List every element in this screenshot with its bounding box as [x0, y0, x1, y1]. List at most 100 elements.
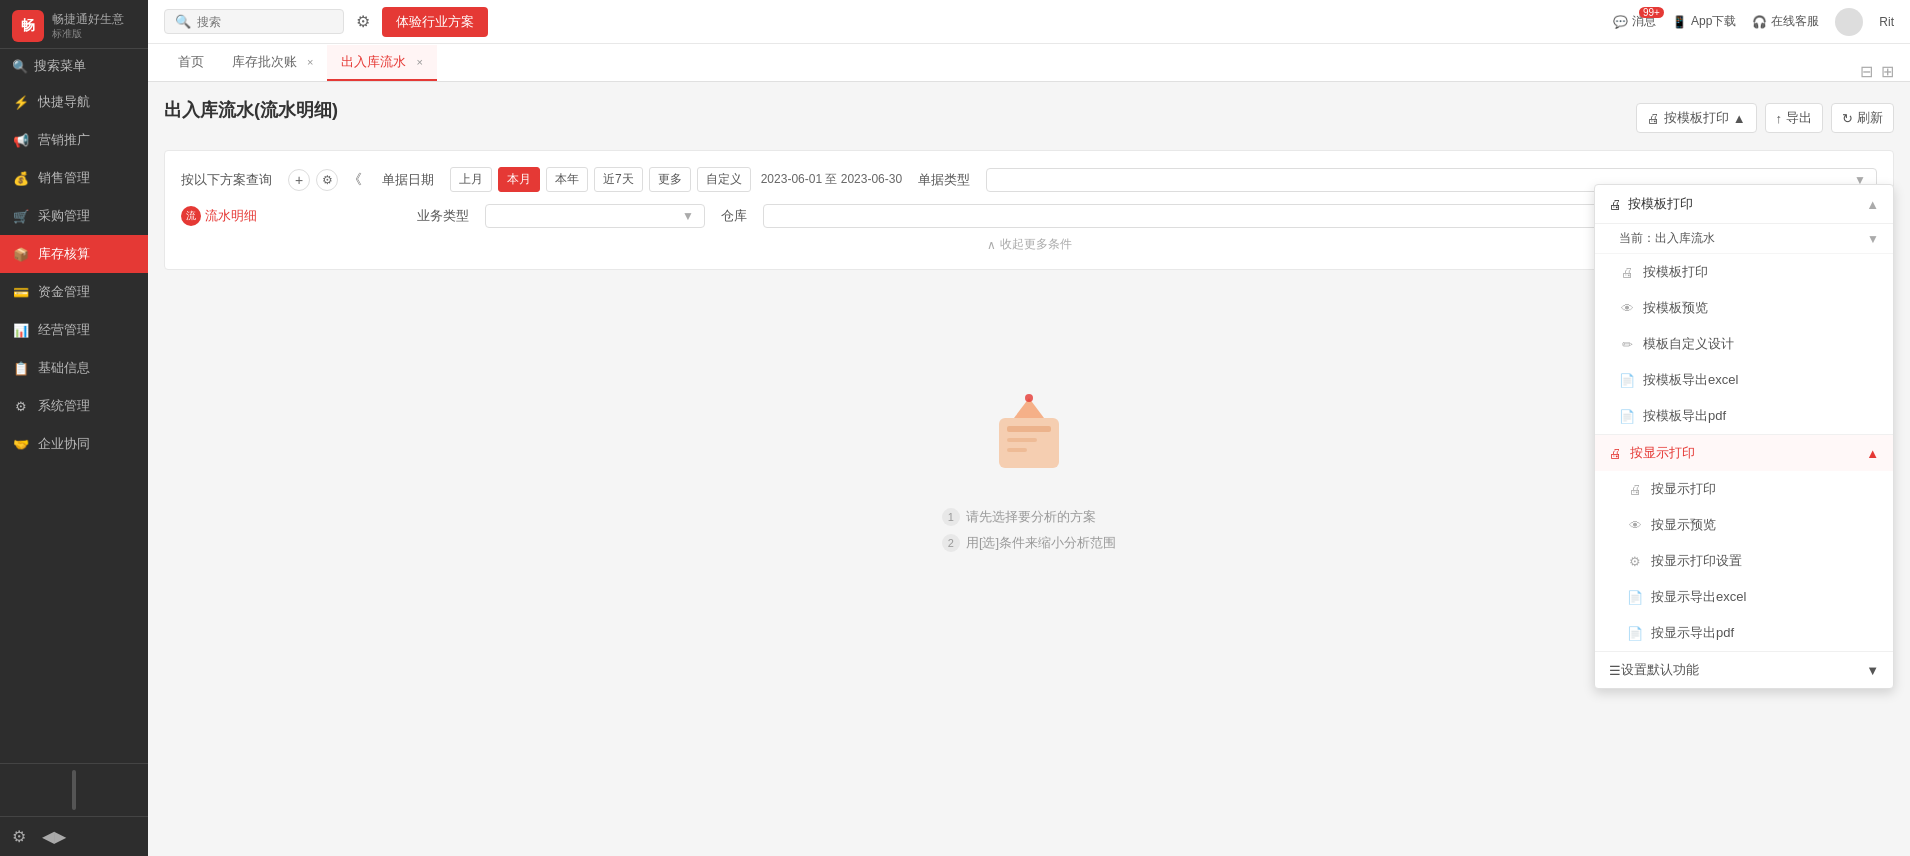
tab-batch-account[interactable]: 库存批次账 ×: [218, 45, 327, 81]
minimize-icon[interactable]: ⊟: [1860, 62, 1873, 81]
message-btn[interactable]: 💬 消息 99+: [1613, 13, 1656, 30]
dropdown-set-default-btn[interactable]: ☰ 设置默认功能 ▼: [1595, 652, 1893, 688]
chevron-up-icon: ∧: [987, 238, 996, 252]
date-btn-this-month[interactable]: 本月: [498, 167, 540, 192]
business-type-arrow-icon: ▼: [682, 209, 694, 223]
sidebar-item-inventory[interactable]: 📦 库存核算: [0, 235, 148, 273]
topbar-settings-icon[interactable]: ⚙: [356, 12, 370, 31]
display-excel-icon: 📄: [1627, 589, 1643, 605]
tab-flow[interactable]: 出入库流水 ×: [327, 45, 436, 81]
date-filter-options: 上月 本月 本年 近7天 更多 自定义 2023-06-01 至 2023-06…: [450, 167, 902, 192]
username-label: Rit: [1879, 15, 1894, 29]
tip-text-2: 用[选]条件来缩小分析范围: [966, 530, 1116, 556]
sidebar-nav: ⚡ 快捷导航 📢 营销推广 💰 销售管理 🛒 采购管理 📦 库存核算 💳 资金管…: [0, 83, 148, 450]
tab-flow-close[interactable]: ×: [416, 56, 422, 68]
sidebar-scroll-up[interactable]: [72, 770, 76, 810]
online-service-btn[interactable]: 🎧 在线客服: [1752, 13, 1819, 30]
page-title: 出入库流水(流水明细): [164, 98, 338, 122]
sidebar-item-marketing[interactable]: 📢 营销推广: [0, 121, 148, 159]
refresh-label: 刷新: [1857, 109, 1883, 127]
sidebar-search[interactable]: 🔍 搜索菜单: [0, 49, 148, 83]
dropdown-template-print[interactable]: 🖨 按模板打印: [1595, 254, 1893, 290]
dropdown-template-pdf[interactable]: 📄 按模板导出pdf: [1595, 398, 1893, 434]
display-section-arrow-icon: ▲: [1866, 446, 1879, 461]
sidebar-item-quick-nav[interactable]: ⚡ 快捷导航: [0, 83, 148, 121]
print-template-btn[interactable]: 🖨 按模板打印 ▲: [1636, 103, 1757, 133]
date-btn-7days[interactable]: 近7天: [594, 167, 643, 192]
dropdown-display-pdf[interactable]: 📄 按显示导出pdf: [1595, 615, 1893, 651]
tab-flow-label: 出入库流水: [341, 53, 406, 71]
topbar-search-box[interactable]: 🔍: [164, 9, 344, 34]
topbar-search-icon: 🔍: [175, 14, 191, 29]
sidebar-search-label: 搜索菜单: [34, 57, 86, 75]
collapse-sidebar-icon[interactable]: ◀▶: [42, 827, 66, 846]
dropdown-collapse-icon[interactable]: ▲: [1866, 197, 1879, 212]
filter-query-label: 按以下方案查询: [181, 171, 272, 189]
sidebar-item-purchase[interactable]: 🛒 采购管理: [0, 197, 148, 235]
dropdown-display-section: 🖨 按显示打印 ▲ 🖨 按显示打印 👁 按显示预览 ⚙ 按显示打印设置: [1595, 434, 1893, 651]
quick-nav-icon: ⚡: [12, 93, 30, 111]
filter-action-btns: + ⚙ 《: [288, 169, 366, 191]
warehouse-label: 仓库: [721, 207, 747, 225]
date-btn-custom[interactable]: 自定义: [697, 167, 751, 192]
svg-rect-1: [1007, 426, 1051, 432]
display-pdf-label: 按显示导出pdf: [1651, 624, 1734, 642]
page-content: 出入库流水(流水明细) 🖨 按模板打印 ▲ ↑ 导出 ↻ 刷新: [148, 82, 1910, 856]
date-btn-last-month[interactable]: 上月: [450, 167, 492, 192]
filter-add-btn[interactable]: +: [288, 169, 310, 191]
refresh-icon: ↻: [1842, 111, 1853, 126]
dropdown-display-preview[interactable]: 👁 按显示预览: [1595, 507, 1893, 543]
app-download-btn[interactable]: 📱 App下载: [1672, 13, 1736, 30]
sub-filter-label: 流 流水明细: [181, 206, 257, 226]
date-range-display: 2023-06-01 至 2023-06-30: [761, 171, 902, 188]
settings-bottom-icon[interactable]: ⚙: [12, 827, 26, 846]
dropdown-display-print[interactable]: 🖨 按显示打印: [1595, 471, 1893, 507]
template-print-icon: 🖨: [1619, 264, 1635, 280]
date-btn-more[interactable]: 更多: [649, 167, 691, 192]
tab-batch-account-close[interactable]: ×: [307, 56, 313, 68]
set-default-icon: ☰: [1609, 663, 1621, 678]
app-download-label: App下载: [1691, 13, 1736, 30]
display-settings-icon: ⚙: [1627, 553, 1643, 569]
display-preview-label: 按显示预览: [1651, 516, 1716, 534]
collapse-more-btn[interactable]: ∧ 收起更多条件: [987, 236, 1072, 253]
dropdown-display-excel[interactable]: 📄 按显示导出excel: [1595, 579, 1893, 615]
dropdown-template-excel[interactable]: 📄 按模板导出excel: [1595, 362, 1893, 398]
business-type-select[interactable]: ▼: [485, 204, 705, 228]
template-custom-label: 模板自定义设计: [1643, 335, 1734, 353]
sidebar-item-basic[interactable]: 📋 基础信息: [0, 349, 148, 387]
sidebar-logo-info: 畅捷通好生意 标准版: [52, 11, 124, 42]
purchase-icon: 🛒: [12, 207, 30, 225]
business-type-label: 业务类型: [417, 207, 469, 225]
sidebar-item-label: 资金管理: [38, 283, 90, 301]
dropdown-template-custom[interactable]: ✏ 模板自定义设计: [1595, 326, 1893, 362]
print-template-label: 按模板打印: [1664, 109, 1729, 127]
sidebar-item-label: 系统管理: [38, 397, 90, 415]
dropdown-display-section-header[interactable]: 🖨 按显示打印 ▲: [1595, 435, 1893, 471]
topbar-search-input[interactable]: [197, 15, 333, 29]
maximize-icon[interactable]: ⊞: [1881, 62, 1894, 81]
trial-btn[interactable]: 体验行业方案: [382, 7, 488, 37]
empty-tips: 1 请先选择要分析的方案 2 用[选]条件来缩小分析范围: [942, 504, 1116, 556]
refresh-btn[interactable]: ↻ 刷新: [1831, 103, 1894, 133]
user-avatar[interactable]: [1835, 8, 1863, 36]
print-chevron-icon: ▲: [1733, 111, 1746, 126]
sidebar-item-sales[interactable]: 💰 销售管理: [0, 159, 148, 197]
message-icon: 💬: [1613, 15, 1628, 29]
filter-collapse-btn[interactable]: 《: [344, 169, 366, 191]
tab-home[interactable]: 首页: [164, 45, 218, 81]
sidebar-item-finance[interactable]: 💳 资金管理: [0, 273, 148, 311]
date-btn-this-year[interactable]: 本年: [546, 167, 588, 192]
sidebar-item-enterprise[interactable]: 🤝 企业协同: [0, 425, 148, 450]
display-settings-label: 按显示打印设置: [1651, 552, 1742, 570]
app-name: 畅捷通好生意: [52, 11, 124, 28]
dropdown-template-preview[interactable]: 👁 按模板预览: [1595, 290, 1893, 326]
filter-settings-btn[interactable]: ⚙: [316, 169, 338, 191]
basic-icon: 📋: [12, 359, 30, 377]
dropdown-display-settings[interactable]: ⚙ 按显示打印设置: [1595, 543, 1893, 579]
sidebar-item-label: 企业协同: [38, 435, 90, 450]
printer-icon: 🖨: [1647, 111, 1660, 126]
sidebar-item-system[interactable]: ⚙ 系统管理: [0, 387, 148, 425]
export-btn[interactable]: ↑ 导出: [1765, 103, 1824, 133]
sidebar-item-operation[interactable]: 📊 经营管理: [0, 311, 148, 349]
